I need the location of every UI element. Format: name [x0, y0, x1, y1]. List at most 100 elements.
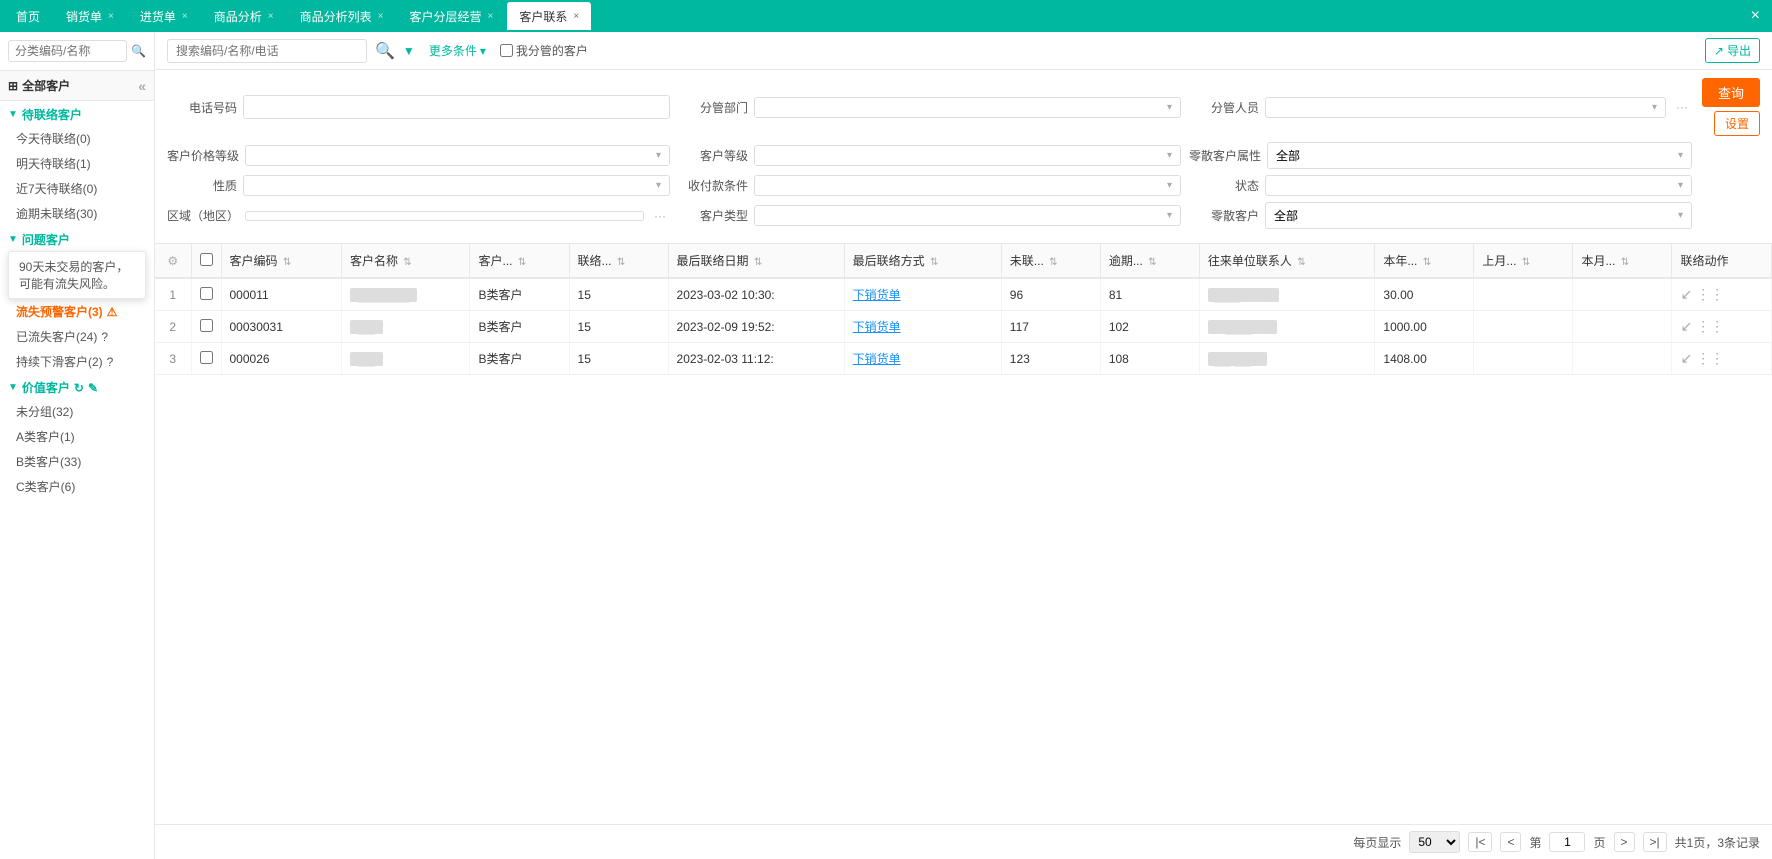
- export-button[interactable]: ↗ 导出: [1705, 38, 1760, 63]
- row-action-icons[interactable]: ↙ ⋮⋮: [1672, 311, 1772, 343]
- sidebar-item-today-pending[interactable]: 今天待联络(0): [0, 126, 154, 151]
- page-number-input[interactable]: [1549, 832, 1585, 852]
- refresh-icon[interactable]: ↻: [74, 381, 84, 395]
- adv-select-scatter-customer[interactable]: 全部 ▾: [1265, 202, 1692, 229]
- tab-product-analysis-list[interactable]: 商品分析列表 ×: [288, 2, 396, 30]
- close-all-tabs[interactable]: ×: [1743, 7, 1768, 25]
- row-checkbox-cell[interactable]: [191, 343, 221, 375]
- adv-select-payment[interactable]: ▾: [754, 175, 1181, 196]
- adv-select-price-level[interactable]: ▾: [245, 145, 670, 166]
- row-checkbox[interactable]: [200, 319, 213, 332]
- adv-select-status[interactable]: ▾: [1265, 175, 1692, 196]
- customer-table: ⚙ 客户编码 ⇅ 客户名称 ⇅ 客户... ⇅ 联络... ⇅ 最后联络日期 ⇅…: [155, 244, 1772, 375]
- row-type: B类客户: [470, 311, 569, 343]
- page-prev-button[interactable]: <: [1500, 832, 1521, 852]
- adv-field-payment: 收付款条件 ▾: [678, 175, 1181, 196]
- sidebar-item-churn-warning[interactable]: 流失预警客户(3) ⚠: [0, 299, 154, 324]
- adv-select-person[interactable]: ▾: [1265, 97, 1666, 118]
- col-last-date: 最后联络日期 ⇅: [668, 244, 844, 278]
- sidebar-group-pending[interactable]: ▼ 待联络客户: [0, 101, 154, 126]
- sidebar-item-overdue-contact[interactable]: 逾期未联络(30): [0, 201, 154, 226]
- tab-purchase-order[interactable]: 进货单 ×: [128, 2, 200, 30]
- customer-level-arrow: ▾: [1167, 150, 1172, 161]
- adv-field-scatter-attr: 零散客户属性 全部 ▾: [1189, 142, 1692, 169]
- close-tab-customer-segmentation[interactable]: ×: [487, 11, 493, 22]
- per-page-label: 每页显示: [1353, 834, 1401, 851]
- sidebar-search-icon[interactable]: 🔍: [131, 44, 146, 58]
- adv-select-scatter-attr[interactable]: 全部 ▾: [1267, 142, 1692, 169]
- adv-select-customer-level[interactable]: ▾: [754, 145, 1181, 166]
- sidebar-item-churned[interactable]: 已流失客户(24) ?: [0, 324, 154, 349]
- sidebar-item-7days-pending[interactable]: 近7天待联络(0): [0, 176, 154, 201]
- tab-home[interactable]: 首页: [4, 2, 52, 30]
- adv-select-region[interactable]: [245, 211, 644, 221]
- row-last-method[interactable]: 下销货单: [844, 278, 1001, 311]
- col-this-year: 本年... ⇅: [1375, 244, 1474, 278]
- per-page-select[interactable]: 50 100: [1409, 831, 1460, 853]
- tab-customer-contact[interactable]: 客户联系 ×: [507, 2, 591, 30]
- sidebar-group-problem[interactable]: ▼ 问题客户: [0, 226, 154, 251]
- sidebar-all-customers[interactable]: ⊞ 全部客户 «: [0, 71, 154, 101]
- region-more-icon[interactable]: ···: [650, 209, 670, 223]
- adv-select-nature[interactable]: ▾: [243, 175, 670, 196]
- nature-arrow: ▾: [656, 180, 661, 191]
- filter-search-input[interactable]: [167, 39, 367, 63]
- row-checkbox[interactable]: [200, 287, 213, 300]
- sidebar-item-unclassified[interactable]: 未分组(32): [0, 399, 154, 424]
- page-last-button[interactable]: >|: [1643, 832, 1667, 852]
- page-next-button[interactable]: >: [1614, 832, 1635, 852]
- page-first-button[interactable]: |<: [1468, 832, 1492, 852]
- adv-select-customer-type[interactable]: ▾: [754, 205, 1181, 226]
- my-customers-checkbox-label[interactable]: 我分管的客户: [500, 42, 588, 59]
- adv-input-phone[interactable]: [243, 95, 670, 119]
- status-arrow: ▾: [1678, 180, 1683, 191]
- col-name: 客户名称 ⇅: [341, 244, 470, 278]
- sidebar-item-class-a[interactable]: A类客户(1): [0, 424, 154, 449]
- sidebar-item-declining[interactable]: 持续下滑客户(2) ?: [0, 349, 154, 374]
- col-overdue: 逾期... ⇅: [1100, 244, 1199, 278]
- page-label: 第: [1529, 834, 1541, 851]
- setting-button[interactable]: 设置: [1714, 111, 1760, 136]
- query-button[interactable]: 查询: [1702, 78, 1760, 107]
- table-settings-icon[interactable]: ⚙: [155, 244, 191, 278]
- sidebar-item-tomorrow-pending[interactable]: 明天待联络(1): [0, 151, 154, 176]
- sidebar-group-value[interactable]: ▼ 价值客户 ↻ ✎: [0, 374, 154, 399]
- close-tab-product-analysis-list[interactable]: ×: [378, 11, 384, 22]
- export-icon: ↗: [1714, 44, 1724, 58]
- table-row: 2 00030031 ██ B类客户 15 2023-02-09 19:52: …: [155, 311, 1772, 343]
- sidebar-search-area: 🔍: [0, 32, 154, 71]
- adv-select-dept[interactable]: ▾: [754, 97, 1181, 118]
- row-overdue: 102: [1100, 311, 1199, 343]
- tab-sales-order[interactable]: 销货单 ×: [54, 2, 126, 30]
- row-last-method[interactable]: 下销货单: [844, 311, 1001, 343]
- sidebar: 🔍 ⊞ 全部客户 « ▼ 待联络客户 今天待联络(0) 明天待联络(1) 近7天…: [0, 32, 155, 859]
- row-num: 3: [155, 343, 191, 375]
- sidebar-item-class-b[interactable]: B类客户(33): [0, 449, 154, 474]
- more-conditions-button[interactable]: 更多条件 ▾: [423, 39, 492, 62]
- close-tab-purchase-order[interactable]: ×: [182, 11, 188, 22]
- table-checkbox-all[interactable]: [191, 244, 221, 278]
- collapse-icon[interactable]: «: [138, 78, 146, 94]
- row-checkbox[interactable]: [200, 351, 213, 364]
- my-customers-checkbox[interactable]: [500, 44, 513, 57]
- row-action-icons[interactable]: ↙ ⋮⋮: [1672, 278, 1772, 311]
- tab-bar: 首页 销货单 × 进货单 × 商品分析 × 商品分析列表 × 客户分层经营 × …: [0, 0, 1772, 32]
- arrow-down-icon-2: ▼: [8, 234, 18, 245]
- filter-search-button[interactable]: 🔍: [375, 41, 395, 61]
- row-last-month: [1474, 343, 1573, 375]
- row-action-icons[interactable]: ↙ ⋮⋮: [1672, 343, 1772, 375]
- sidebar-search-input[interactable]: [8, 40, 127, 62]
- person-more-icon[interactable]: ···: [1672, 100, 1692, 114]
- close-tab-customer-contact[interactable]: ×: [573, 11, 579, 22]
- close-tab-product-analysis[interactable]: ×: [268, 11, 274, 22]
- filter-icon: ▼: [403, 44, 415, 58]
- edit-icon[interactable]: ✎: [88, 381, 98, 395]
- sidebar-item-class-c[interactable]: C类客户(6): [0, 474, 154, 499]
- row-checkbox-cell[interactable]: [191, 311, 221, 343]
- close-tab-sales-order[interactable]: ×: [108, 11, 114, 22]
- pagination-total: 共1页，3条记录: [1675, 834, 1760, 851]
- tab-customer-segmentation[interactable]: 客户分层经营 ×: [397, 2, 505, 30]
- row-last-method[interactable]: 下销货单: [844, 343, 1001, 375]
- row-checkbox-cell[interactable]: [191, 278, 221, 311]
- tab-product-analysis[interactable]: 商品分析 ×: [202, 2, 286, 30]
